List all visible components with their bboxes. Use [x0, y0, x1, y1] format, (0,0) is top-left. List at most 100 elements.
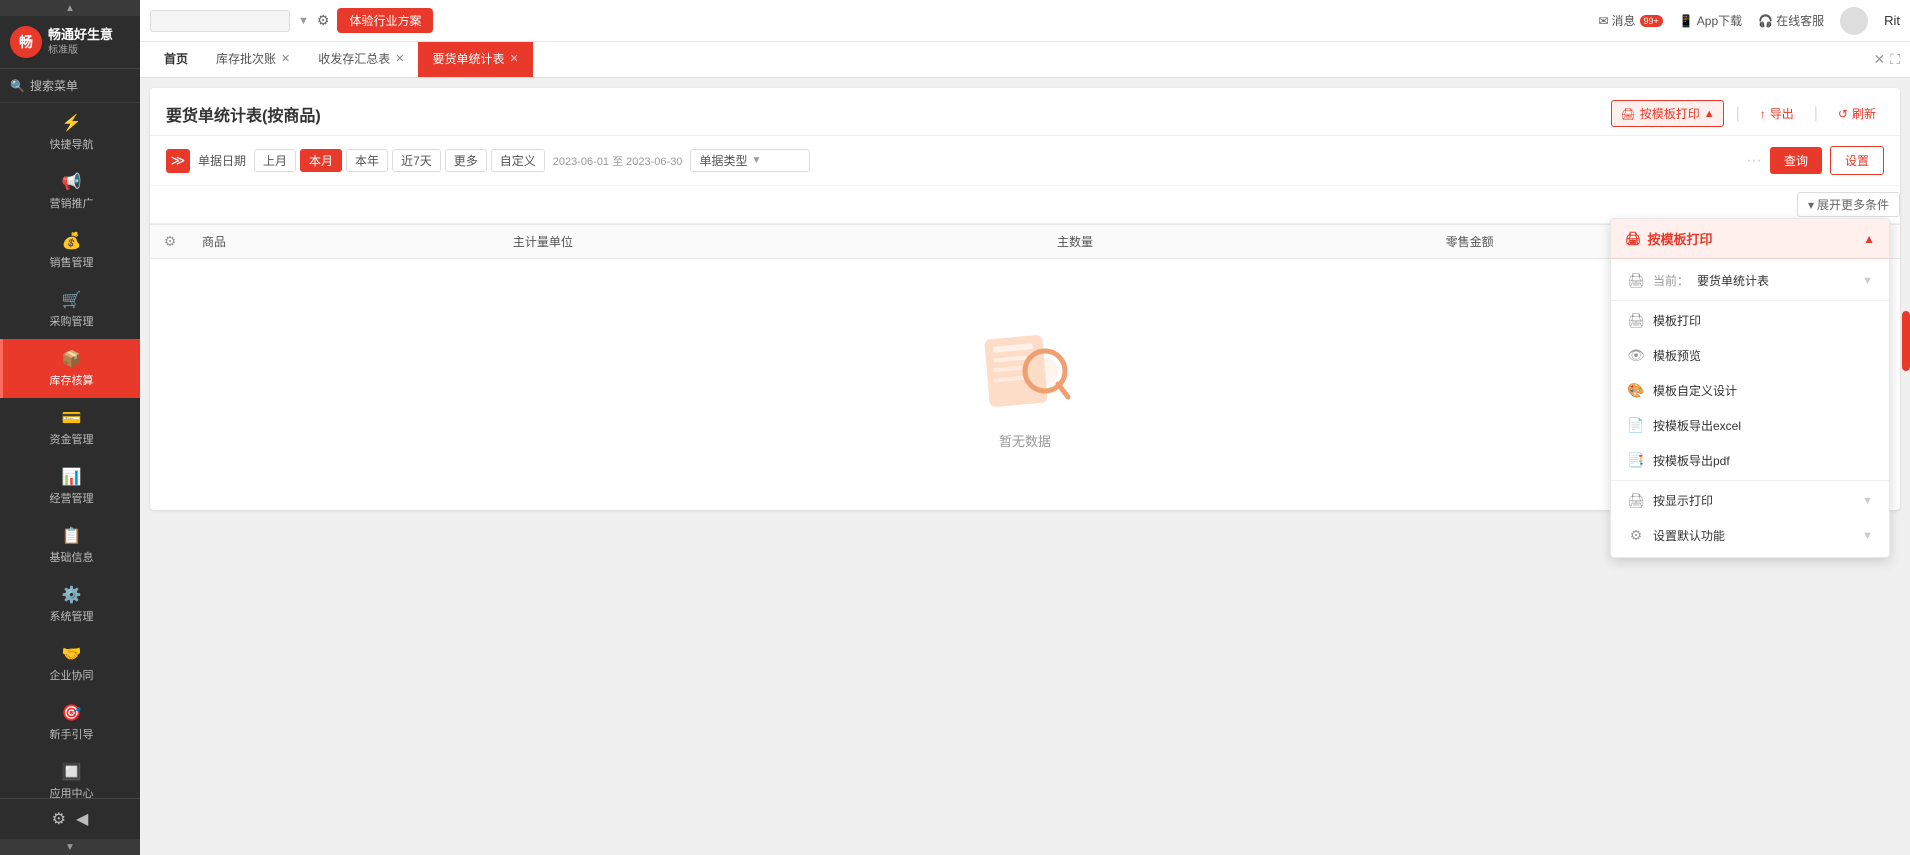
- message-button[interactable]: ✉ 消息 99+: [1598, 12, 1662, 29]
- dropdown-item-display-print[interactable]: 🖨 按显示打印 ▼: [1611, 483, 1889, 518]
- dropdown-print-icon: 🖨: [1625, 231, 1642, 247]
- query-button[interactable]: 查询: [1770, 147, 1822, 174]
- avatar[interactable]: [1840, 7, 1868, 35]
- dropdown-divider-2: [1611, 480, 1889, 481]
- sidebar-item-guide[interactable]: 🎯 新手引导: [0, 693, 140, 752]
- page-title: 要货单统计表(按商品): [166, 102, 321, 126]
- print-template-button[interactable]: 🖨 按模板打印 ▲: [1611, 100, 1723, 127]
- refresh-button[interactable]: ↺ 刷新: [1830, 101, 1884, 126]
- sidebar-item-operations[interactable]: 📊 经营管理: [0, 457, 140, 516]
- collapse-icon[interactable]: ◀: [76, 809, 88, 829]
- table-settings-icon[interactable]: ⚙: [164, 233, 177, 249]
- tab-revenue-summary[interactable]: 收发存汇总表 ✕: [304, 42, 418, 77]
- dropdown-current-item[interactable]: 🖨 当前： 要货单统计表 ▼: [1611, 263, 1889, 298]
- dropdown-collapse-icon[interactable]: ▲: [1863, 232, 1875, 246]
- sidebar-bottom: ⚙ ◀: [0, 798, 140, 839]
- dropdown-item-template-design[interactable]: 🎨 模板自定义设计: [1611, 373, 1889, 408]
- service-icon: 🎧: [1758, 14, 1773, 28]
- col-unit: 主计量单位: [501, 225, 1045, 259]
- promo-button[interactable]: 体验行业方案: [337, 8, 433, 33]
- tabs-expand-icon[interactable]: ⛶: [1890, 51, 1900, 68]
- export-excel-icon: 📄: [1627, 417, 1645, 434]
- date-btn-custom[interactable]: 自定义: [491, 149, 545, 172]
- default-function-icon: ⚙: [1627, 527, 1645, 544]
- sidebar-scroll-up[interactable]: ▲: [0, 0, 140, 16]
- dropdown-item-export-pdf[interactable]: 📑 按模板导出pdf: [1611, 443, 1889, 478]
- scrollbar-thumb[interactable]: [1902, 311, 1910, 371]
- sidebar-item-system[interactable]: ⚙️ 系统管理: [0, 575, 140, 634]
- app-logo-icon: 畅: [10, 26, 42, 58]
- sidebar-item-inventory[interactable]: 📦 库存核算: [0, 339, 140, 398]
- dropdown-item-template-preview[interactable]: 👁 模板预览: [1611, 338, 1889, 373]
- tab-batch-account-close[interactable]: ✕: [281, 52, 290, 65]
- main-area: ▼ ⚙ 体验行业方案 ✉ 消息 99+ 📱 App下载 🎧 在线客服 Rit 首…: [140, 0, 1910, 855]
- tabs-bar-right: ✕ ⛶: [1873, 42, 1910, 77]
- topbar-search-dropdown-icon[interactable]: ▼: [298, 15, 309, 27]
- date-range-text: 2023-06-01 至 2023-06-30: [553, 153, 683, 169]
- empty-svg-icon: [975, 319, 1075, 419]
- col-quantity: 主数量: [1045, 225, 1434, 259]
- col-product: 商品: [190, 225, 501, 259]
- date-btn-more[interactable]: 更多: [445, 149, 487, 172]
- dropdown-item-default-function[interactable]: ⚙ 设置默认功能 ▼: [1611, 518, 1889, 553]
- topbar-search-input[interactable]: [150, 10, 290, 32]
- print-dropdown-menu: 🖨 按模板打印 ▲ 🖨 当前： 要货单统计表 ▼ 🖨 模板打印: [1610, 218, 1890, 558]
- dropdown-items: 🖨 当前： 要货单统计表 ▼ 🖨 模板打印 👁 模板预览 🎨 模板自定义设计: [1611, 259, 1889, 557]
- empty-icon: [975, 319, 1075, 419]
- app-download-button[interactable]: 📱 App下载: [1679, 12, 1742, 29]
- sidebar-item-marketing[interactable]: 📢 营销推广: [0, 162, 140, 221]
- tab-order-stats-close[interactable]: ✕: [510, 52, 519, 65]
- sidebar-search[interactable]: 🔍 搜索菜单: [0, 69, 140, 103]
- sidebar-item-sales[interactable]: 💰 销售管理: [0, 221, 140, 280]
- online-service-button[interactable]: 🎧 在线客服: [1758, 12, 1824, 29]
- sidebar-item-app-center[interactable]: 🔲 应用中心: [0, 752, 140, 798]
- settings-bottom-icon[interactable]: ⚙: [52, 809, 66, 829]
- sidebar-nav: ⚡ 快捷导航 📢 营销推广 💰 销售管理 🛒 采购管理 📦 库存核算 💳 资金管…: [0, 103, 140, 798]
- sidebar-logo: 畅 畅通好生意 标准版: [0, 16, 140, 69]
- expand-icon: ▾: [1808, 198, 1814, 212]
- dropdown-item-export-excel[interactable]: 📄 按模板导出excel: [1611, 408, 1889, 443]
- export-button[interactable]: ↑ 导出: [1752, 101, 1802, 126]
- display-print-arrow-icon: ▼: [1862, 495, 1873, 507]
- date-btn-prev-month[interactable]: 上月: [254, 149, 296, 172]
- type-dropdown-arrow-icon: ▼: [751, 155, 761, 166]
- refresh-icon: ↺: [1838, 107, 1848, 121]
- sidebar-item-purchase[interactable]: 🛒 采购管理: [0, 280, 140, 339]
- filter-toggle-button[interactable]: ≫: [166, 149, 190, 173]
- date-label: 单据日期: [198, 152, 246, 169]
- tab-batch-account[interactable]: 库存批次账 ✕: [202, 42, 304, 77]
- scrollbar-track[interactable]: [1902, 78, 1910, 855]
- tab-home[interactable]: 首页: [150, 42, 202, 77]
- basics-icon: 📋: [62, 526, 82, 546]
- ellipsis-icon[interactable]: ···: [1746, 152, 1762, 170]
- date-btn-7days[interactable]: 近7天: [392, 149, 441, 172]
- settings-filter-button[interactable]: 设置: [1830, 146, 1884, 175]
- sidebar-item-basics[interactable]: 📋 基础信息: [0, 516, 140, 575]
- print-arrow-up-icon: ▲: [1704, 108, 1715, 120]
- app-center-icon: 🔲: [62, 762, 82, 782]
- tab-revenue-summary-close[interactable]: ✕: [395, 52, 404, 65]
- col-settings[interactable]: ⚙: [150, 225, 190, 259]
- sidebar-scroll-down[interactable]: ▼: [0, 839, 140, 855]
- expand-conditions-button[interactable]: ▾ 展开更多条件: [1797, 192, 1900, 217]
- dropdown-item-template-print[interactable]: 🖨 模板打印: [1611, 303, 1889, 338]
- tabs-close-all-icon[interactable]: ✕: [1873, 51, 1885, 68]
- topbar-gear-icon[interactable]: ⚙: [317, 12, 330, 29]
- system-icon: ⚙️: [62, 585, 82, 605]
- tab-order-stats[interactable]: 要货单统计表 ✕: [418, 42, 532, 77]
- page-header: 要货单统计表(按商品) 🖨 按模板打印 ▲ | ↑ 导出 | ↺: [150, 88, 1900, 136]
- topbar-right: ✉ 消息 99+ 📱 App下载 🎧 在线客服 Rit: [1598, 7, 1900, 35]
- sales-icon: 💰: [62, 231, 82, 251]
- sidebar-item-collab[interactable]: 🤝 企业协同: [0, 634, 140, 693]
- sidebar-item-finance[interactable]: 💳 资金管理: [0, 398, 140, 457]
- template-design-icon: 🎨: [1627, 382, 1645, 399]
- type-filter-select[interactable]: 单据类型 ▼: [690, 149, 810, 172]
- collab-icon: 🤝: [62, 644, 82, 664]
- date-btn-current-month[interactable]: 本月: [300, 149, 342, 172]
- purchase-icon: 🛒: [62, 290, 82, 310]
- date-btn-current-year[interactable]: 本年: [346, 149, 388, 172]
- empty-text: 暂无数据: [999, 431, 1051, 450]
- template-print-icon: 🖨: [1627, 312, 1645, 329]
- sidebar-item-quick-nav[interactable]: ⚡ 快捷导航: [0, 103, 140, 162]
- export-icon: ↑: [1760, 107, 1766, 121]
